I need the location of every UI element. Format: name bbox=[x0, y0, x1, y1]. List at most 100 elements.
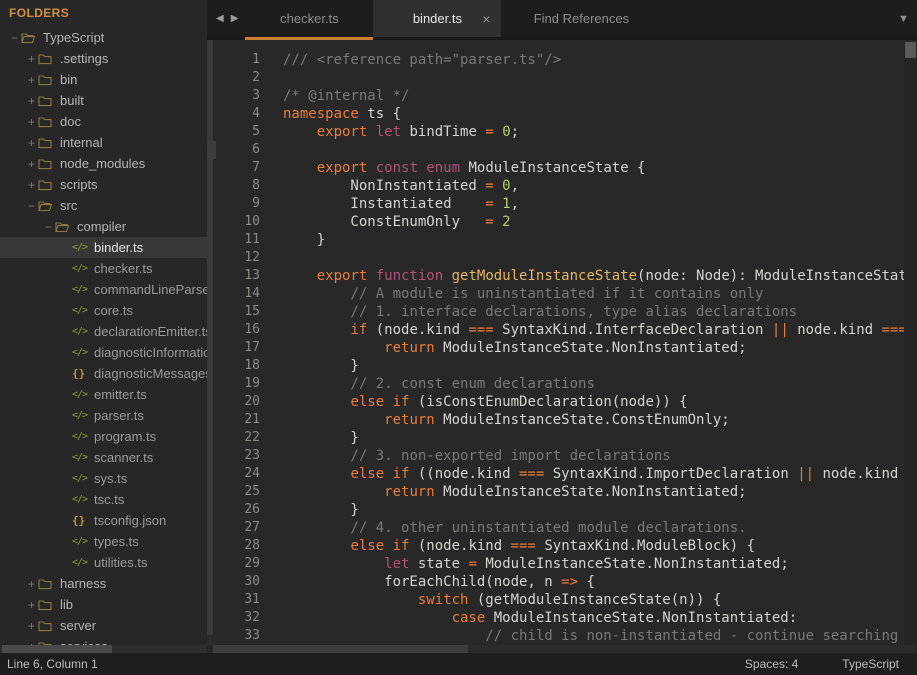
code-line-33[interactable]: 33 // child is non-instantiated - contin… bbox=[213, 627, 917, 645]
nav-back-icon[interactable]: ◀ bbox=[216, 13, 224, 24]
code-line-28[interactable]: 28 else if (node.kind === SyntaxKind.Mod… bbox=[213, 537, 917, 555]
expand-icon[interactable]: + bbox=[25, 598, 38, 612]
code-line-8[interactable]: 8 NonInstantiated = 0, bbox=[213, 177, 917, 195]
tab-binder-ts[interactable]: binder.ts× bbox=[373, 0, 501, 37]
sidebar-item-sys-ts[interactable]: </>sys.ts bbox=[0, 468, 207, 489]
sidebar-item-built[interactable]: +built bbox=[0, 90, 207, 111]
sidebar-item-binder-ts[interactable]: </>binder.ts bbox=[0, 237, 207, 258]
sidebar-horizontal-scrollbar[interactable] bbox=[0, 645, 207, 653]
editor-vertical-scrollbar-thumb[interactable] bbox=[905, 42, 916, 58]
code-line-18[interactable]: 18 } bbox=[213, 357, 917, 375]
code-line-27[interactable]: 27 // 4. other uninstantiated module dec… bbox=[213, 519, 917, 537]
expand-icon[interactable]: + bbox=[25, 136, 38, 150]
sidebar-item-scanner-ts[interactable]: </>scanner.ts bbox=[0, 447, 207, 468]
collapse-icon[interactable]: − bbox=[25, 199, 38, 213]
code-line-23[interactable]: 23 // 3. non-exported import declaration… bbox=[213, 447, 917, 465]
line-number: 28 bbox=[213, 537, 260, 555]
sidebar-item-commandlineparser-ts[interactable]: </>commandLineParser.ts bbox=[0, 279, 207, 300]
sidebar-item-settings[interactable]: +.settings bbox=[0, 48, 207, 69]
sidebar-item-types-ts[interactable]: </>types.ts bbox=[0, 531, 207, 552]
code-line-4[interactable]: 4namespace ts { bbox=[213, 105, 917, 123]
code-line-16[interactable]: 16 if (node.kind === SyntaxKind.Interfac… bbox=[213, 321, 917, 339]
code-line-24[interactable]: 24 else if ((node.kind === SyntaxKind.Im… bbox=[213, 465, 917, 483]
sidebar-item-diagnosticinformationmap-generated-ts[interactable]: </>diagnosticInformationMap.generated.ts bbox=[0, 342, 207, 363]
sidebar-horizontal-scrollbar-thumb[interactable] bbox=[2, 645, 112, 653]
nav-forward-icon[interactable]: ▶ bbox=[231, 13, 239, 24]
code-line-14[interactable]: 14 // A module is uninstantiated if it c… bbox=[213, 285, 917, 303]
code-line-22[interactable]: 22 } bbox=[213, 429, 917, 447]
sidebar-item-label: scanner.ts bbox=[94, 450, 153, 465]
sidebar-item-internal[interactable]: +internal bbox=[0, 132, 207, 153]
editor-horizontal-scrollbar[interactable] bbox=[213, 645, 917, 653]
expand-icon[interactable]: + bbox=[25, 52, 38, 66]
collapse-icon[interactable]: − bbox=[8, 31, 21, 45]
sidebar-item-declarationemitter-ts[interactable]: </>declarationEmitter.ts bbox=[0, 321, 207, 342]
collapse-icon[interactable]: − bbox=[42, 220, 55, 234]
code-line-31[interactable]: 31 switch (getModuleInstanceState(n)) { bbox=[213, 591, 917, 609]
code-line-3[interactable]: 3/* @internal */ bbox=[213, 87, 917, 105]
code-line-6[interactable]: 6 bbox=[213, 141, 917, 159]
code-line-9[interactable]: 9 Instantiated = 1, bbox=[213, 195, 917, 213]
sidebar-item-node-modules[interactable]: +node_modules bbox=[0, 153, 207, 174]
code-line-5[interactable]: 5 export let bindTime = 0; bbox=[213, 123, 917, 141]
code-editor[interactable]: 1/// <reference path="parser.ts"/>23/* @… bbox=[213, 40, 917, 645]
expand-icon[interactable]: + bbox=[25, 94, 38, 108]
sidebar-item-tsconfig-json[interactable]: {}tsconfig.json bbox=[0, 510, 207, 531]
expand-icon[interactable]: + bbox=[25, 619, 38, 633]
code-line-25[interactable]: 25 return ModuleInstanceState.NonInstant… bbox=[213, 483, 917, 501]
code-line-19[interactable]: 19 // 2. const enum declarations bbox=[213, 375, 917, 393]
sidebar-item-lib[interactable]: +lib bbox=[0, 594, 207, 615]
tab-close-icon[interactable]: × bbox=[482, 12, 490, 26]
code-line-21[interactable]: 21 return ModuleInstanceState.ConstEnumO… bbox=[213, 411, 917, 429]
code-line-32[interactable]: 32 case ModuleInstanceState.NonInstantia… bbox=[213, 609, 917, 627]
editor-vertical-scrollbar[interactable] bbox=[904, 40, 917, 645]
sidebar-item-typescript[interactable]: −TypeScript bbox=[0, 27, 207, 48]
sidebar-item-harness[interactable]: +harness bbox=[0, 573, 207, 594]
code-line-7[interactable]: 7 export const enum ModuleInstanceState … bbox=[213, 159, 917, 177]
line-number: 33 bbox=[213, 627, 260, 645]
expand-icon[interactable]: + bbox=[25, 157, 38, 171]
code-line-2[interactable]: 2 bbox=[213, 69, 917, 87]
sidebar-item-program-ts[interactable]: </>program.ts bbox=[0, 426, 207, 447]
sidebar-item-server[interactable]: +server bbox=[0, 615, 207, 636]
code-line-15[interactable]: 15 // 1. interface declarations, type al… bbox=[213, 303, 917, 321]
sidebar-item-emitter-ts[interactable]: </>emitter.ts bbox=[0, 384, 207, 405]
tab-checker-ts[interactable]: checker.ts bbox=[245, 0, 373, 37]
expand-icon[interactable]: + bbox=[25, 178, 38, 192]
sidebar-item-diagnosticmessages-json[interactable]: {}diagnosticMessages.json bbox=[0, 363, 207, 384]
code-line-12[interactable]: 12 bbox=[213, 249, 917, 267]
sidebar-item-tsc-ts[interactable]: </>tsc.ts bbox=[0, 489, 207, 510]
ts-file-icon: </> bbox=[72, 410, 92, 421]
sidebar-item-scripts[interactable]: +scripts bbox=[0, 174, 207, 195]
sidebar-item-core-ts[interactable]: </>core.ts bbox=[0, 300, 207, 321]
code-line-30[interactable]: 30 forEachChild(node, n => { bbox=[213, 573, 917, 591]
sidebar-item-src[interactable]: −src bbox=[0, 195, 207, 216]
line-number: 19 bbox=[213, 375, 260, 393]
indent-setting[interactable]: Spaces: 4 bbox=[745, 657, 798, 671]
code-line-17[interactable]: 17 return ModuleInstanceState.NonInstant… bbox=[213, 339, 917, 357]
code-line-1[interactable]: 1/// <reference path="parser.ts"/> bbox=[213, 51, 917, 69]
expand-icon[interactable]: + bbox=[25, 73, 38, 87]
sidebar-item-checker-ts[interactable]: </>checker.ts bbox=[0, 258, 207, 279]
sidebar-item-compiler[interactable]: −compiler bbox=[0, 216, 207, 237]
sidebar-item-bin[interactable]: +bin bbox=[0, 69, 207, 90]
syntax-mode[interactable]: TypeScript bbox=[842, 657, 899, 671]
editor-horizontal-scrollbar-thumb[interactable] bbox=[213, 645, 468, 653]
code-line-10[interactable]: 10 ConstEnumOnly = 2 bbox=[213, 213, 917, 231]
code-line-29[interactable]: 29 let state = ModuleInstanceState.NonIn… bbox=[213, 555, 917, 573]
code-line-11[interactable]: 11 } bbox=[213, 231, 917, 249]
sidebar-item-label: binder.ts bbox=[94, 240, 143, 255]
sidebar-item-utilities-ts[interactable]: </>utilities.ts bbox=[0, 552, 207, 573]
json-file-icon: {} bbox=[72, 367, 92, 380]
expand-icon[interactable]: + bbox=[25, 577, 38, 591]
sidebar-item-parser-ts[interactable]: </>parser.ts bbox=[0, 405, 207, 426]
code-line-20[interactable]: 20 else if (isConstEnumDeclaration(node)… bbox=[213, 393, 917, 411]
expand-icon[interactable]: + bbox=[25, 115, 38, 129]
code-line-26[interactable]: 26 } bbox=[213, 501, 917, 519]
code-text: // 2. const enum declarations bbox=[260, 375, 595, 393]
code-line-13[interactable]: 13 export function getModuleInstanceStat… bbox=[213, 267, 917, 285]
tab-find-references[interactable]: Find References bbox=[501, 0, 661, 37]
tab-overflow-icon[interactable]: ▼ bbox=[898, 13, 909, 25]
line-number: 6 bbox=[213, 141, 260, 159]
sidebar-item-doc[interactable]: +doc bbox=[0, 111, 207, 132]
